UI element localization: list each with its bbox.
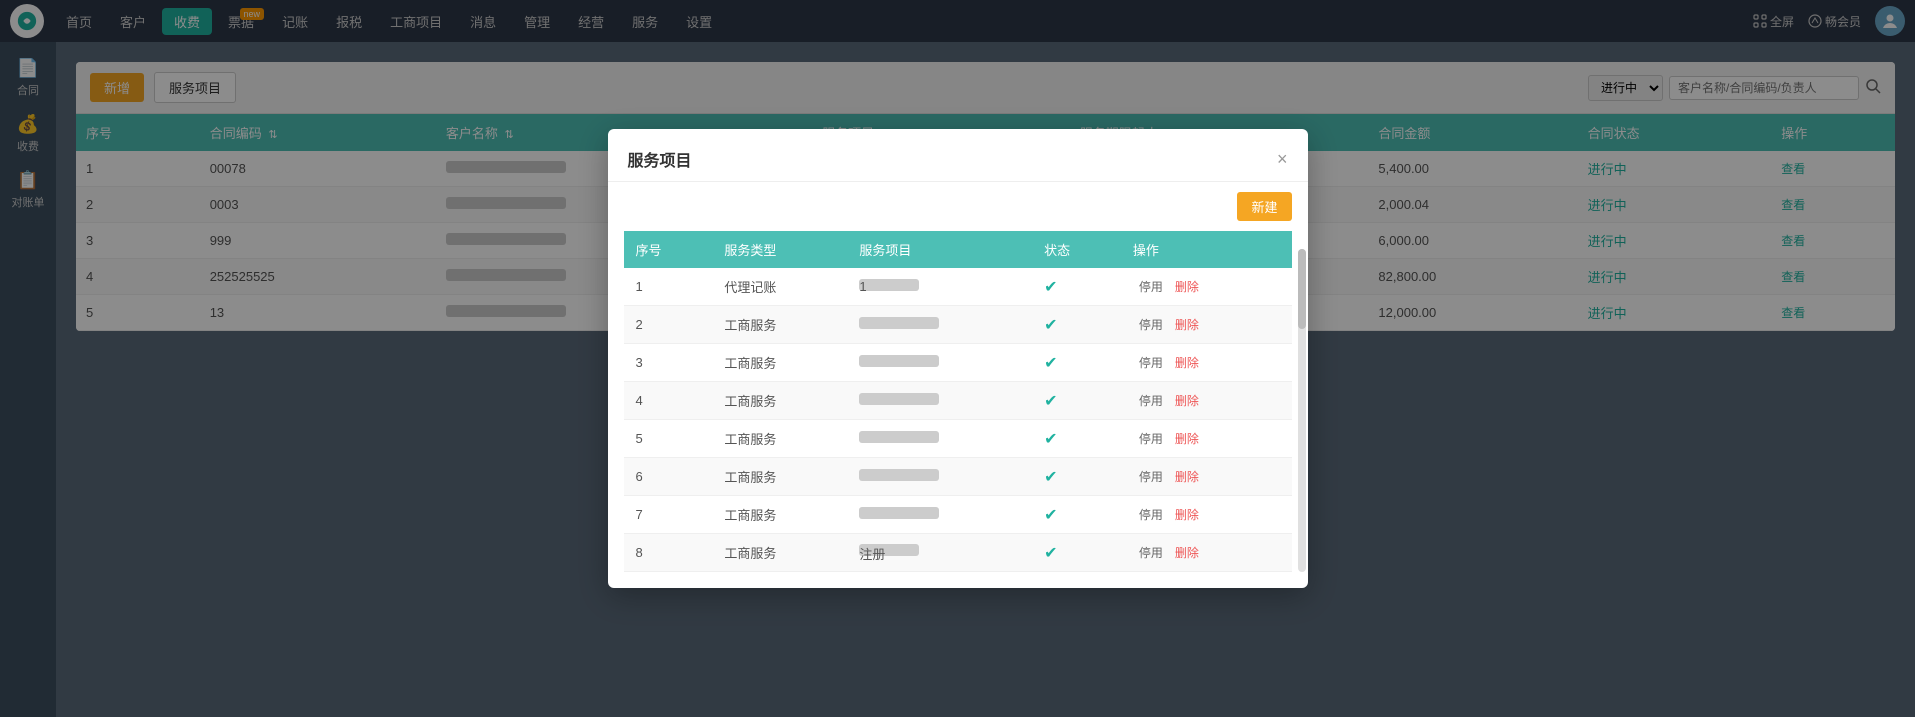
delete-button[interactable]: 删除 [1169,542,1205,563]
modal-cell-action: 停用删除 [1121,268,1292,306]
modal-cell-type: 工商服务 [712,382,847,420]
modal-cell-seq: 1 [624,268,713,306]
modal-cell-type: 工商服务 [712,458,847,496]
modal-cell-type: 工商服务 [712,344,847,382]
modal-col-item: 服务项目 [847,231,1032,268]
modal-scrollbar[interactable] [1298,249,1306,572]
modal-table: 序号 服务类型 服务项目 状态 操作 1代理记账1✔停用删除2工商服务✔停用删除… [624,231,1292,572]
modal-cell-item [847,458,1032,496]
modal-cell-status: ✔ [1032,382,1121,420]
modal-table-body: 1代理记账1✔停用删除2工商服务✔停用删除3工商服务✔停用删除4工商服务✔停用删… [624,268,1292,572]
check-icon: ✔ [1044,469,1057,486]
stop-button[interactable]: 停用 [1133,504,1169,525]
delete-button[interactable]: 删除 [1169,466,1205,487]
modal-cell-type: 工商服务 [712,306,847,344]
modal-cell-seq: 8 [624,534,713,572]
stop-button[interactable]: 停用 [1133,276,1169,297]
check-icon: ✔ [1044,279,1057,296]
modal-title: 服务项目 [628,147,692,171]
stop-button[interactable]: 停用 [1133,542,1169,563]
modal-cell-seq: 2 [624,306,713,344]
modal-cell-item [847,496,1032,534]
modal-col-status: 状态 [1032,231,1121,268]
stop-button[interactable]: 停用 [1133,314,1169,335]
modal-col-seq: 序号 [624,231,713,268]
modal-cell-status: ✔ [1032,420,1121,458]
check-icon: ✔ [1044,355,1057,372]
stop-button[interactable]: 停用 [1133,466,1169,487]
check-icon: ✔ [1044,507,1057,524]
delete-button[interactable]: 删除 [1169,352,1205,373]
modal-cell-action: 停用删除 [1121,534,1292,572]
modal-cell-item [847,420,1032,458]
modal-cell-seq: 3 [624,344,713,382]
modal-cell-seq: 5 [624,420,713,458]
modal-header-row: 序号 服务类型 服务项目 状态 操作 [624,231,1292,268]
modal-scrollbar-thumb [1298,249,1306,329]
modal-cell-seq: 4 [624,382,713,420]
modal-cell-type: 代理记账 [712,268,847,306]
modal-cell-type: 工商服务 [712,534,847,572]
modal-cell-item [847,306,1032,344]
modal-table-row: 3工商服务 ✔ 停用删除 [624,344,1292,382]
modal-cell-status: ✔ [1032,458,1121,496]
check-icon: ✔ [1044,545,1057,562]
modal-close-button[interactable]: × [1277,150,1288,168]
modal-cell-type: 工商服务 [712,420,847,458]
modal-table-row: 7工商服务 ✔ 停用删除 [624,496,1292,534]
check-icon: ✔ [1044,393,1057,410]
stop-button[interactable]: 停用 [1133,352,1169,373]
modal-table-row: 2工商服务 ✔ 停用删除 [624,306,1292,344]
modal-cell-item: 1 [847,268,1032,306]
stop-button[interactable]: 停用 [1133,390,1169,411]
modal-cell-action: 停用删除 [1121,420,1292,458]
delete-button[interactable]: 删除 [1169,428,1205,449]
modal-cell-status: ✔ [1032,534,1121,572]
modal-cell-action: 停用删除 [1121,382,1292,420]
modal-cell-type: 工商服务 [712,496,847,534]
modal-cell-status: ✔ [1032,344,1121,382]
check-icon: ✔ [1044,317,1057,334]
service-item-modal: 服务项目 × 新建 序号 服务类型 服务项目 状态 操作 1代理记账1✔停用删除… [608,129,1308,588]
modal-cell-action: 停用删除 [1121,344,1292,382]
modal-cell-action: 停用删除 [1121,496,1292,534]
modal-cell-action: 停用删除 [1121,458,1292,496]
modal-table-row: 4工商服务 ✔ 停用删除 [624,382,1292,420]
modal-cell-seq: 6 [624,458,713,496]
modal-col-type: 服务类型 [712,231,847,268]
modal-table-row: 6工商服务 ✔ 停用删除 [624,458,1292,496]
modal-table-row: 1代理记账1 ✔ 停用删除 [624,268,1292,306]
delete-button[interactable]: 删除 [1169,276,1205,297]
modal-cell-status: ✔ [1032,496,1121,534]
modal-table-row: 8工商服务注册 ✔ 停用删除 [624,534,1292,572]
modal-cell-item: 注册 [847,534,1032,572]
modal-body[interactable]: 序号 服务类型 服务项目 状态 操作 1代理记账1✔停用删除2工商服务✔停用删除… [608,231,1308,588]
delete-button[interactable]: 删除 [1169,504,1205,525]
delete-button[interactable]: 删除 [1169,314,1205,335]
modal-cell-action: 停用删除 [1121,306,1292,344]
modal-cell-item [847,344,1032,382]
stop-button[interactable]: 停用 [1133,428,1169,449]
modal-col-action: 操作 [1121,231,1292,268]
delete-button[interactable]: 删除 [1169,390,1205,411]
modal-table-row: 5工商服务 ✔ 停用删除 [624,420,1292,458]
check-icon: ✔ [1044,431,1057,448]
modal-overlay[interactable]: 服务项目 × 新建 序号 服务类型 服务项目 状态 操作 1代理记账1✔停用删除… [0,0,1915,717]
modal-toolbar: 新建 [608,182,1308,231]
modal-header: 服务项目 × [608,129,1308,182]
modal-cell-status: ✔ [1032,268,1121,306]
modal-new-button[interactable]: 新建 [1237,192,1291,221]
modal-cell-item [847,382,1032,420]
modal-cell-seq: 7 [624,496,713,534]
modal-cell-status: ✔ [1032,306,1121,344]
